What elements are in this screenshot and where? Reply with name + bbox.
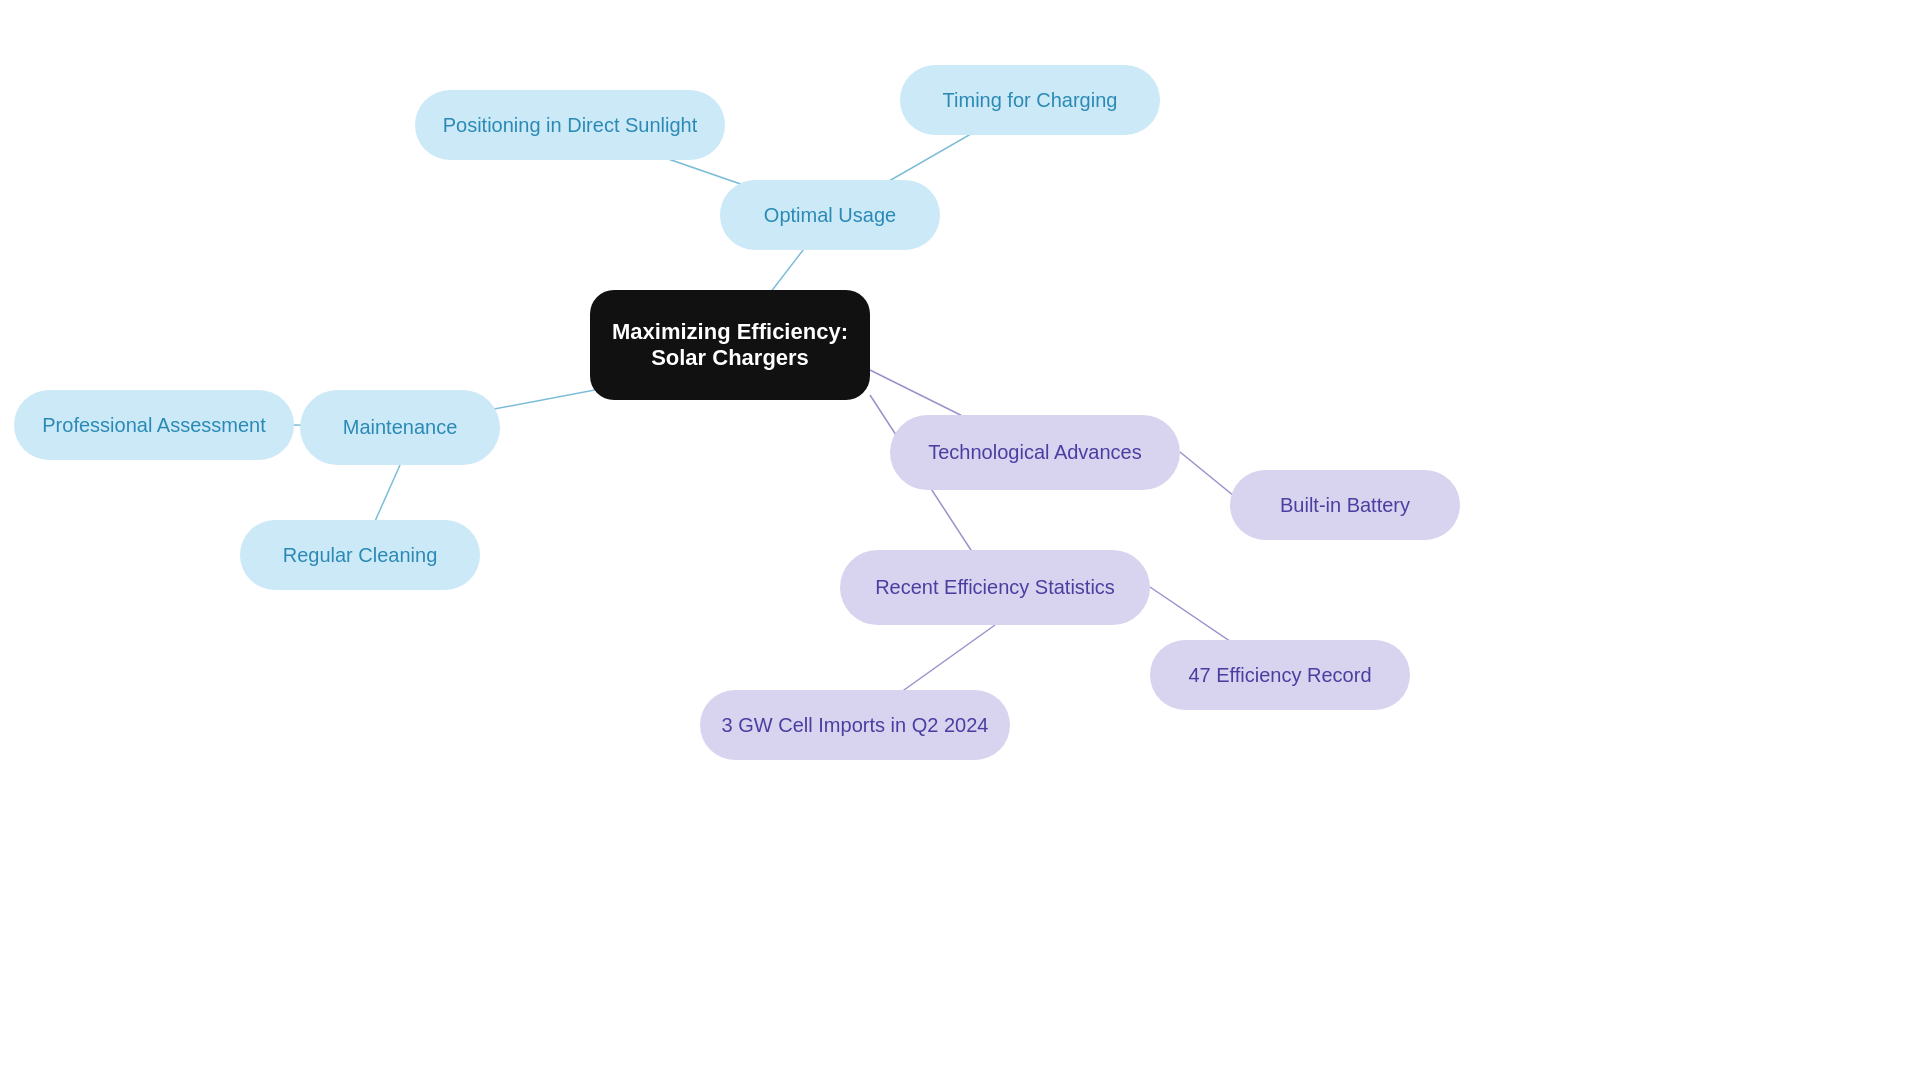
cleaning-label: Regular Cleaning (283, 544, 438, 567)
gw-label: 3 GW Cell Imports in Q2 2024 (722, 714, 989, 737)
efficiency-stats-node[interactable]: Recent Efficiency Statistics (840, 550, 1150, 625)
timing-node[interactable]: Timing for Charging (900, 65, 1160, 135)
maintenance-label: Maintenance (343, 416, 458, 439)
efficiency-record-label: 47 Efficiency Record (1188, 664, 1371, 687)
efficiency-record-node[interactable]: 47 Efficiency Record (1150, 640, 1410, 710)
efficiency-stats-label: Recent Efficiency Statistics (875, 576, 1115, 599)
gw-imports-node[interactable]: 3 GW Cell Imports in Q2 2024 (700, 690, 1010, 760)
professional-label: Professional Assessment (42, 414, 265, 437)
timing-label: Timing for Charging (943, 89, 1118, 112)
tech-node[interactable]: Technological Advances (890, 415, 1180, 490)
center-label: Maximizing Efficiency: Solar Chargers (590, 319, 870, 371)
maintenance-node[interactable]: Maintenance (300, 390, 500, 465)
professional-node[interactable]: Professional Assessment (14, 390, 294, 460)
battery-node[interactable]: Built-in Battery (1230, 470, 1460, 540)
optimal-usage-node[interactable]: Optimal Usage (720, 180, 940, 250)
cleaning-node[interactable]: Regular Cleaning (240, 520, 480, 590)
positioning-node[interactable]: Positioning in Direct Sunlight (415, 90, 725, 160)
positioning-label: Positioning in Direct Sunlight (443, 114, 698, 137)
tech-label: Technological Advances (928, 441, 1141, 464)
center-node: Maximizing Efficiency: Solar Chargers (590, 290, 870, 400)
battery-label: Built-in Battery (1280, 494, 1410, 517)
optimal-label: Optimal Usage (764, 204, 896, 227)
